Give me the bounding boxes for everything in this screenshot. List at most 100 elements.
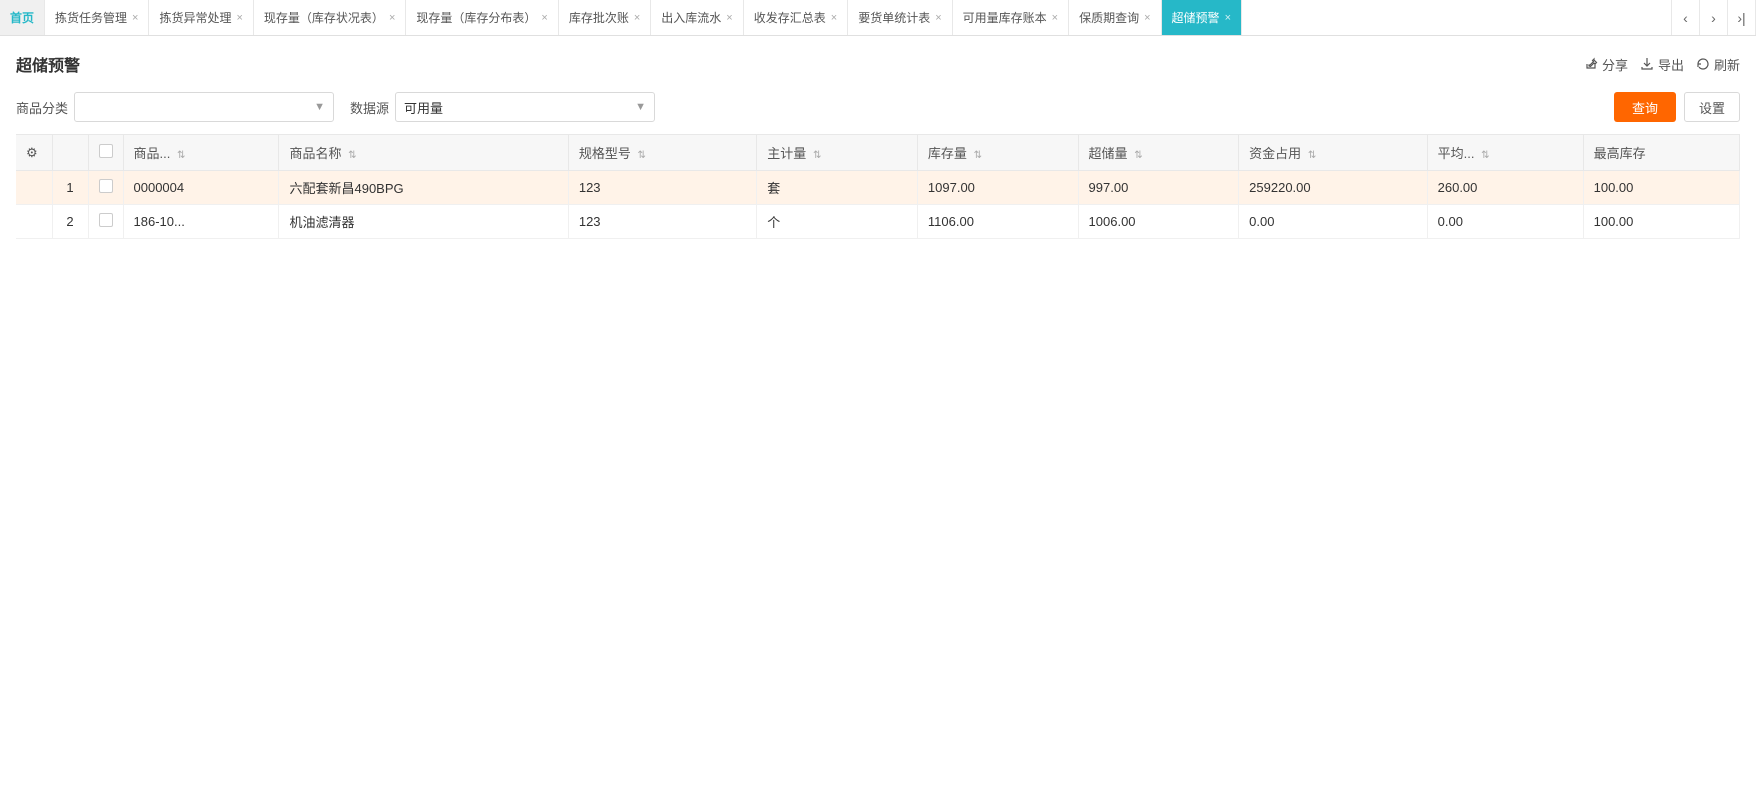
- row-index-0: 1: [52, 171, 88, 205]
- gear-icon: ⚙: [26, 145, 38, 160]
- row-product-code-1: 186-10...: [123, 205, 279, 239]
- close-tab-3[interactable]: ×: [389, 12, 395, 24]
- row-index-1: 2: [52, 205, 88, 239]
- column-header-spec[interactable]: 规格型号 ⇅: [568, 135, 756, 171]
- export-button[interactable]: 导出: [1640, 55, 1684, 74]
- sort-product-code-icon: ⇅: [177, 150, 185, 161]
- nav-tab-11[interactable]: 超储预警 ×: [1162, 0, 1242, 36]
- row-capital-0: 259220.00: [1239, 171, 1427, 205]
- column-header-overstock[interactable]: 超储量 ⇅: [1078, 135, 1239, 171]
- product-category-filter: 商品分类 ▼: [16, 92, 334, 122]
- table-row: 2 186-10... 机油滤清器 123 个 1106.00 1006.00 …: [16, 205, 1740, 239]
- sort-capital-icon: ⇅: [1308, 150, 1316, 161]
- nav-tab-7[interactable]: 收发存汇总表 ×: [744, 0, 848, 36]
- close-tab-9[interactable]: ×: [1052, 12, 1058, 24]
- column-header-product-code[interactable]: 商品... ⇅: [123, 135, 279, 171]
- column-header-capital[interactable]: 资金占用 ⇅: [1239, 135, 1427, 171]
- nav-next-arrow[interactable]: ›: [1700, 0, 1728, 36]
- column-header-settings[interactable]: ⚙: [16, 135, 52, 171]
- data-source-label: 数据源: [350, 98, 389, 117]
- select-all-checkbox[interactable]: [99, 144, 113, 158]
- close-tab-10[interactable]: ×: [1144, 12, 1150, 24]
- filter-action-buttons: 查询 设置: [1614, 92, 1740, 122]
- data-table: ⚙ 商品... ⇅ 商品名称 ⇅ 规格型号 ⇅: [16, 134, 1740, 239]
- nav-tab-1[interactable]: 拣货任务管理 ×: [45, 0, 149, 36]
- share-button[interactable]: 分享: [1584, 55, 1628, 74]
- row-capital-1: 0.00: [1239, 205, 1427, 239]
- row-max-stock-0: 100.00: [1583, 171, 1739, 205]
- nav-tab-5[interactable]: 库存批次账 ×: [559, 0, 651, 36]
- nav-tab-9[interactable]: 可用量库存账本 ×: [953, 0, 1069, 36]
- row-checkbox-0[interactable]: [88, 171, 123, 205]
- page-header: 超储预警 分享 导出 刷新: [16, 52, 1740, 76]
- sort-avg-icon: ⇅: [1481, 150, 1489, 161]
- query-button[interactable]: 查询: [1614, 92, 1676, 122]
- product-category-value: [83, 100, 87, 115]
- close-tab-7[interactable]: ×: [831, 12, 837, 24]
- row-select-checkbox-1[interactable]: [99, 213, 113, 227]
- column-header-product-name[interactable]: 商品名称 ⇅: [279, 135, 568, 171]
- close-tab-5[interactable]: ×: [634, 12, 640, 24]
- nav-tab-home[interactable]: 首页: [0, 0, 45, 36]
- page-content: 超储预警 分享 导出 刷新 商品: [0, 36, 1756, 800]
- nav-tab-8[interactable]: 要货单统计表 ×: [848, 0, 952, 36]
- nav-tab-6[interactable]: 出入库流水 ×: [651, 0, 743, 36]
- row-select-checkbox-0[interactable]: [99, 179, 113, 193]
- header-actions: 分享 导出 刷新: [1584, 55, 1740, 74]
- row-settings-0: [16, 171, 52, 205]
- product-category-select[interactable]: ▼: [74, 92, 334, 122]
- sort-spec-icon: ⇅: [637, 150, 645, 161]
- close-tab-2[interactable]: ×: [236, 12, 242, 24]
- nav-tab-3[interactable]: 现存量（库存状况表） ×: [254, 0, 406, 36]
- refresh-button[interactable]: 刷新: [1696, 55, 1740, 74]
- nav-prev-arrow[interactable]: ‹: [1672, 0, 1700, 36]
- column-header-checkbox[interactable]: [88, 135, 123, 171]
- column-header-avg[interactable]: 平均... ⇅: [1427, 135, 1583, 171]
- row-spec-1: 123: [568, 205, 756, 239]
- data-source-select[interactable]: 可用量 ▼: [395, 92, 655, 122]
- row-max-stock-1: 100.00: [1583, 205, 1739, 239]
- product-category-arrow-icon: ▼: [314, 101, 325, 113]
- close-tab-11[interactable]: ×: [1225, 12, 1231, 24]
- top-navigation: 首页 拣货任务管理 × 拣货异常处理 × 现存量（库存状况表） × 现存量（库存…: [0, 0, 1756, 36]
- row-overstock-1: 1006.00: [1078, 205, 1239, 239]
- refresh-icon: [1696, 57, 1710, 71]
- row-product-name-0: 六配套新昌490BPG: [279, 171, 568, 205]
- row-avg-0: 260.00: [1427, 171, 1583, 205]
- nav-tab-2[interactable]: 拣货异常处理 ×: [149, 0, 253, 36]
- home-label: 首页: [10, 9, 34, 26]
- nav-more-arrow[interactable]: ›|: [1728, 0, 1756, 36]
- page-title: 超储预警: [16, 52, 80, 76]
- row-settings-1: [16, 205, 52, 239]
- nav-tab-4[interactable]: 现存量（库存分布表） ×: [406, 0, 558, 36]
- close-tab-6[interactable]: ×: [726, 12, 732, 24]
- row-product-name-1: 机油滤清器: [279, 205, 568, 239]
- table-header-row: ⚙ 商品... ⇅ 商品名称 ⇅ 规格型号 ⇅: [16, 135, 1740, 171]
- settings-button[interactable]: 设置: [1684, 92, 1740, 122]
- row-stock-1: 1106.00: [917, 205, 1078, 239]
- row-checkbox-1[interactable]: [88, 205, 123, 239]
- column-header-unit[interactable]: 主计量 ⇅: [757, 135, 918, 171]
- close-tab-8[interactable]: ×: [935, 12, 941, 24]
- close-tab-1[interactable]: ×: [132, 12, 138, 24]
- data-source-filter: 数据源 可用量 ▼: [350, 92, 655, 122]
- data-source-value: 可用量: [404, 98, 443, 117]
- column-header-index: [52, 135, 88, 171]
- row-unit-0: 套: [757, 171, 918, 205]
- table-row: 1 0000004 六配套新昌490BPG 123 套 1097.00 997.…: [16, 171, 1740, 205]
- column-header-stock[interactable]: 库存量 ⇅: [917, 135, 1078, 171]
- data-source-arrow-icon: ▼: [635, 101, 646, 113]
- row-avg-1: 0.00: [1427, 205, 1583, 239]
- nav-tab-10[interactable]: 保质期查询 ×: [1069, 0, 1161, 36]
- share-icon: [1584, 57, 1598, 71]
- sort-unit-icon: ⇅: [813, 150, 821, 161]
- close-tab-4[interactable]: ×: [541, 12, 547, 24]
- sort-product-name-icon: ⇅: [348, 150, 356, 161]
- row-overstock-0: 997.00: [1078, 171, 1239, 205]
- row-stock-0: 1097.00: [917, 171, 1078, 205]
- sort-stock-icon: ⇅: [974, 150, 982, 161]
- row-product-code-0: 0000004: [123, 171, 279, 205]
- row-unit-1: 个: [757, 205, 918, 239]
- column-header-max-stock[interactable]: 最高库存: [1583, 135, 1739, 171]
- sort-overstock-icon: ⇅: [1134, 150, 1142, 161]
